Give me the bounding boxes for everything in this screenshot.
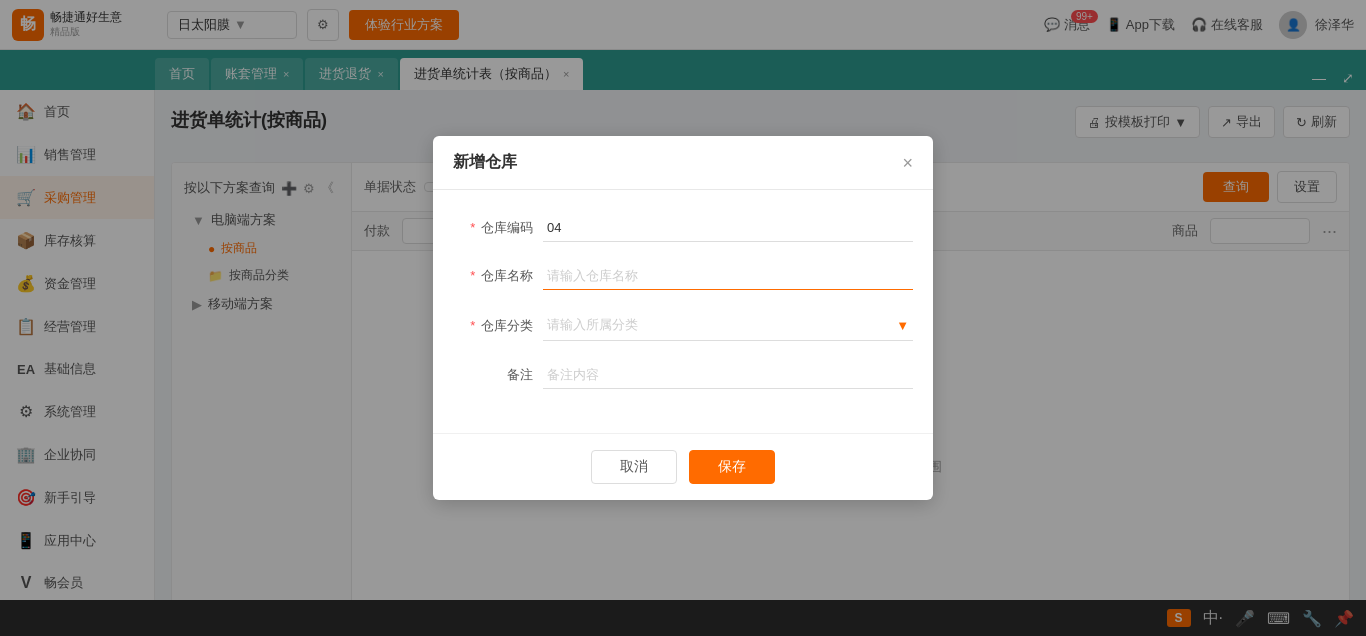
form-row-category: * 仓库分类 请输入所属分类 ▼ (453, 310, 913, 341)
code-required-star: * (470, 220, 475, 235)
category-select[interactable]: 请输入所属分类 ▼ (543, 310, 913, 341)
form-row-code: * 仓库编码 (453, 214, 913, 242)
category-placeholder: 请输入所属分类 (547, 316, 638, 334)
category-label: * 仓库分类 (453, 317, 533, 335)
save-button[interactable]: 保存 (689, 450, 775, 484)
modal-header: 新增仓库 × (433, 136, 933, 190)
modal-title: 新增仓库 (453, 152, 517, 173)
category-dropdown-icon: ▼ (896, 318, 909, 333)
code-label: * 仓库编码 (453, 219, 533, 237)
form-row-name: * 仓库名称 (453, 262, 913, 290)
form-row-note: 备注 (453, 361, 913, 389)
modal-body: * 仓库编码 * 仓库名称 * 仓库分类 请输入所属 (433, 190, 933, 433)
modal-new-warehouse: 新增仓库 × * 仓库编码 * 仓库名称 (433, 136, 933, 500)
name-label: * 仓库名称 (453, 267, 533, 285)
cancel-button[interactable]: 取消 (591, 450, 677, 484)
name-input[interactable] (543, 262, 913, 290)
note-input[interactable] (543, 361, 913, 389)
modal-footer: 取消 保存 (433, 433, 933, 500)
name-required-star: * (470, 268, 475, 283)
code-input[interactable] (543, 214, 913, 242)
note-label: 备注 (453, 366, 533, 384)
modal-close-icon[interactable]: × (902, 154, 913, 172)
category-required-star: * (470, 318, 475, 333)
modal-overlay: 新增仓库 × * 仓库编码 * 仓库名称 (0, 0, 1366, 636)
